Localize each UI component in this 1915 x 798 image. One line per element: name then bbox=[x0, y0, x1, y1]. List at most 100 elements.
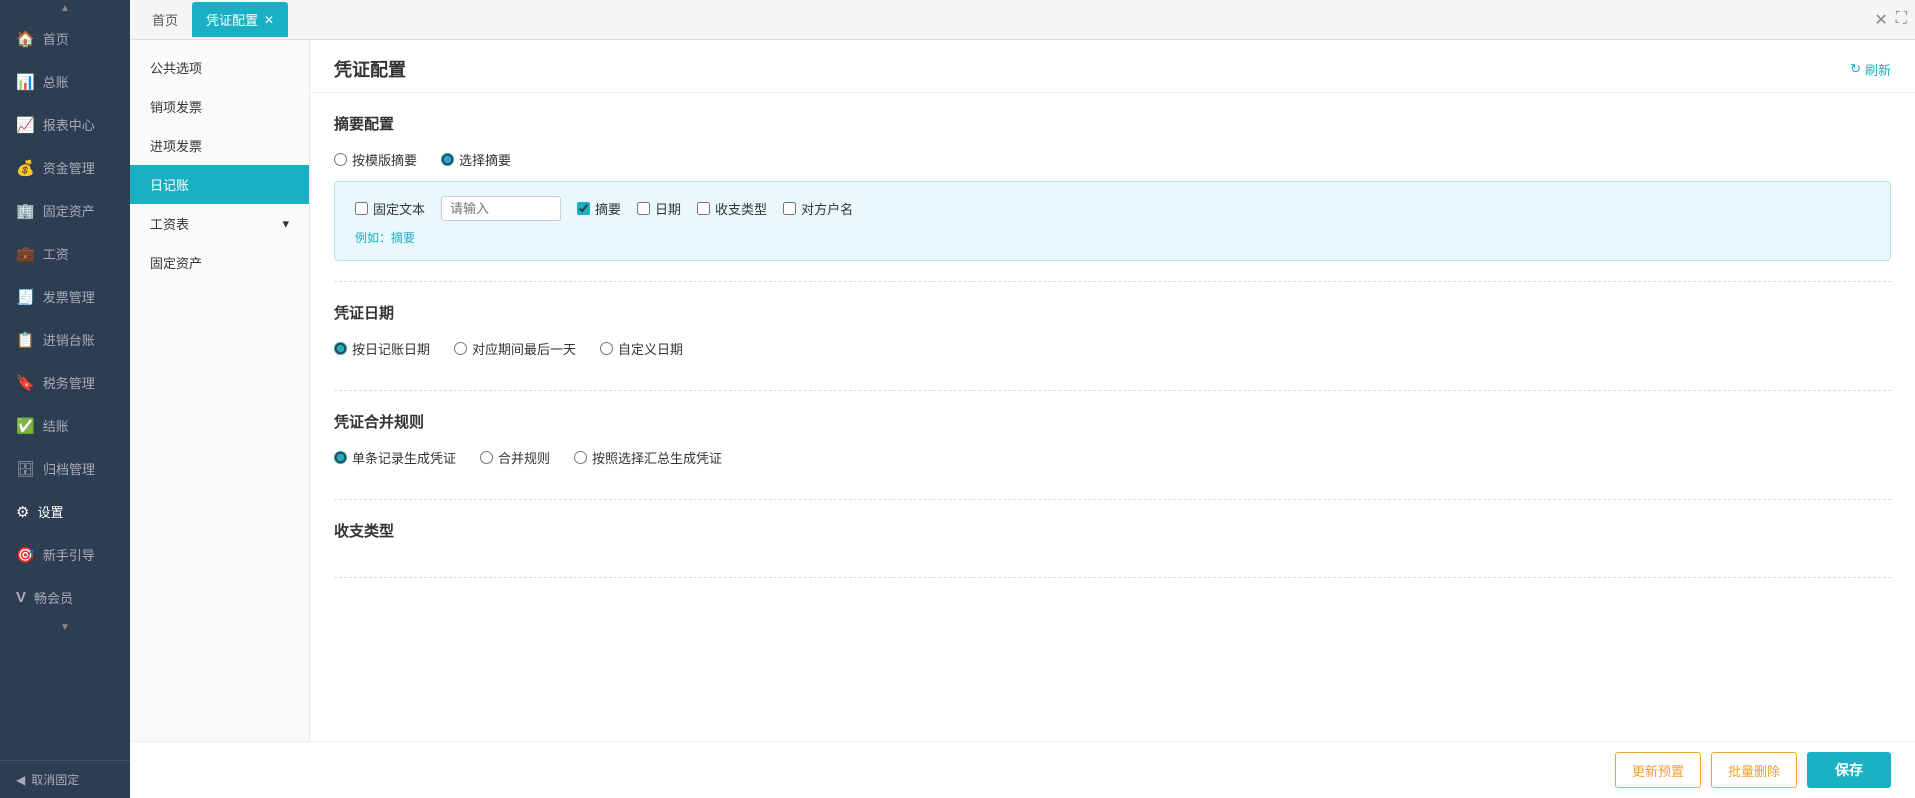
left-nav-journal[interactable]: 日记账 bbox=[130, 165, 309, 204]
voucher-merge-radio-group: 单条记录生成凭证 合并规则 按照选择汇总生成凭证 bbox=[334, 448, 1891, 467]
building-icon: 🏢 bbox=[16, 202, 35, 220]
voucher-date-radio-group: 按日记账日期 对应期间最后一天 自定义日期 bbox=[334, 339, 1891, 358]
chevron-down-icon: ▾ bbox=[282, 216, 289, 232]
update-preview-button[interactable]: 更新预置 bbox=[1615, 752, 1701, 788]
sidebar-scroll-up[interactable]: ▲ bbox=[0, 0, 130, 17]
checkbox-counterparty-input[interactable] bbox=[783, 202, 796, 215]
radio-template-summary-input[interactable] bbox=[334, 153, 347, 166]
save-button[interactable]: 保存 bbox=[1807, 752, 1891, 788]
radio-select-summary-label: 选择摘要 bbox=[459, 150, 511, 169]
sidebar-item-home[interactable]: 🏠 首页 bbox=[0, 17, 130, 60]
section-income-type: 收支类型 bbox=[334, 500, 1891, 578]
radio-merge-rule-input[interactable] bbox=[480, 451, 493, 464]
radio-custom-date-input[interactable] bbox=[600, 342, 613, 355]
sidebar-item-general-ledger[interactable]: 📊 总账 bbox=[0, 60, 130, 103]
sidebar-item-report-center[interactable]: 📈 报表中心 bbox=[0, 103, 130, 146]
sidebar-scroll-down[interactable]: ▼ bbox=[0, 619, 130, 636]
sidebar-item-payroll[interactable]: 💼 工资 bbox=[0, 232, 130, 275]
radio-select-summary-input[interactable] bbox=[441, 153, 454, 166]
radio-by-journal-date[interactable]: 按日记账日期 bbox=[334, 339, 430, 358]
radio-template-summary[interactable]: 按模版摘要 bbox=[334, 150, 417, 169]
sidebar-label-archive: 归档管理 bbox=[43, 459, 95, 478]
left-nav-public-options[interactable]: 公共选项 bbox=[130, 48, 309, 87]
checkbox-summary-label: 摘要 bbox=[595, 199, 621, 218]
radio-single-record-input[interactable] bbox=[334, 451, 347, 464]
refresh-label: 刷新 bbox=[1865, 60, 1891, 79]
checkbox-date-input[interactable] bbox=[637, 202, 650, 215]
sidebar-item-invoice-management[interactable]: 🧾 发票管理 bbox=[0, 275, 130, 318]
radio-by-journal-date-label: 按日记账日期 bbox=[352, 339, 430, 358]
sidebar-item-closing[interactable]: ✅ 结账 bbox=[0, 404, 130, 447]
section-voucher-date: 凭证日期 按日记账日期 对应期间最后一天 自定义日期 bbox=[334, 282, 1891, 391]
window-expand-icon[interactable]: ⛶ bbox=[1896, 10, 1907, 30]
checkbox-fixed-text[interactable]: 固定文本 bbox=[355, 199, 425, 218]
checkbox-date[interactable]: 日期 bbox=[637, 199, 681, 218]
sidebar-item-settings[interactable]: ⚙ 设置 bbox=[0, 490, 130, 533]
sidebar-label-tax-management: 税务管理 bbox=[43, 373, 95, 392]
summary-config-title: 摘要配置 bbox=[334, 113, 1891, 134]
tab-close-icon[interactable]: ✕ bbox=[264, 13, 274, 27]
sidebar-unpin-button[interactable]: ◀ 取消固定 bbox=[0, 760, 130, 798]
sidebar-item-archive[interactable]: 🗄 归档管理 bbox=[0, 447, 130, 490]
left-nav-label-public-options: 公共选项 bbox=[150, 58, 202, 77]
checkbox-income-type-input[interactable] bbox=[697, 202, 710, 215]
sidebar-item-fixed-assets[interactable]: 🏢 固定资产 bbox=[0, 189, 130, 232]
radio-by-selection[interactable]: 按照选择汇总生成凭证 bbox=[574, 448, 722, 467]
voucher-date-title: 凭证日期 bbox=[334, 302, 1891, 323]
checkbox-income-type[interactable]: 收支类型 bbox=[697, 199, 767, 218]
sidebar-item-fund-management[interactable]: 💰 资金管理 bbox=[0, 146, 130, 189]
radio-by-selection-label: 按照选择汇总生成凭证 bbox=[592, 448, 722, 467]
summary-radio-group: 按模版摘要 选择摘要 bbox=[334, 150, 1891, 169]
example-label: 例如：摘要 bbox=[355, 231, 415, 245]
section-summary-config: 摘要配置 按模版摘要 选择摘要 bbox=[334, 93, 1891, 282]
sidebar-item-new-guide[interactable]: 🎯 新手引导 bbox=[0, 533, 130, 576]
radio-single-record[interactable]: 单条记录生成凭证 bbox=[334, 448, 456, 467]
radio-template-summary-label: 按模版摘要 bbox=[352, 150, 417, 169]
tab-voucher-config[interactable]: 凭证配置 ✕ bbox=[192, 2, 288, 37]
sidebar-label-closing: 结账 bbox=[43, 416, 69, 435]
tab-voucher-config-label: 凭证配置 bbox=[206, 10, 258, 29]
checkbox-summary-input[interactable] bbox=[577, 202, 590, 215]
sidebar-label-invoice-management: 发票管理 bbox=[43, 287, 95, 306]
income-type-title: 收支类型 bbox=[334, 520, 1891, 541]
fixed-text-input[interactable] bbox=[441, 196, 561, 221]
radio-last-period-input[interactable] bbox=[454, 342, 467, 355]
radio-custom-date[interactable]: 自定义日期 bbox=[600, 339, 683, 358]
left-nav-payroll-table[interactable]: 工资表 ▾ bbox=[130, 204, 309, 243]
batch-delete-button[interactable]: 批量删除 bbox=[1711, 752, 1797, 788]
fund-icon: 💰 bbox=[16, 159, 35, 177]
radio-merge-rule[interactable]: 合并规则 bbox=[480, 448, 550, 467]
left-nav-fixed-assets[interactable]: 固定资产 bbox=[130, 243, 309, 282]
radio-by-selection-input[interactable] bbox=[574, 451, 587, 464]
sidebar-item-tax-management[interactable]: 🔖 税务管理 bbox=[0, 361, 130, 404]
radio-last-period-label: 对应期间最后一天 bbox=[472, 339, 576, 358]
tab-home[interactable]: 首页 bbox=[138, 2, 192, 37]
radio-custom-date-label: 自定义日期 bbox=[618, 339, 683, 358]
section-voucher-merge-rules: 凭证合并规则 单条记录生成凭证 合并规则 按照选择汇总生成凭证 bbox=[334, 391, 1891, 500]
checkbox-counterparty[interactable]: 对方户名 bbox=[783, 199, 853, 218]
page-title: 凭证配置 bbox=[334, 56, 406, 82]
report-icon: 📈 bbox=[16, 116, 35, 134]
sidebar-label-fixed-assets: 固定资产 bbox=[43, 201, 95, 220]
radio-last-period[interactable]: 对应期间最后一天 bbox=[454, 339, 576, 358]
check-icon: ✅ bbox=[16, 417, 35, 435]
sidebar-label-new-guide: 新手引导 bbox=[43, 545, 95, 564]
tax-icon: 🔖 bbox=[16, 374, 35, 392]
checkbox-fixed-text-input[interactable] bbox=[355, 202, 368, 215]
guide-icon: 🎯 bbox=[16, 546, 35, 564]
left-nav-label-fixed-assets: 固定资产 bbox=[150, 253, 202, 272]
radio-select-summary[interactable]: 选择摘要 bbox=[441, 150, 511, 169]
archive-icon: 🗄 bbox=[16, 460, 35, 478]
sidebar-item-member[interactable]: V 畅会员 bbox=[0, 576, 130, 619]
left-nav-label-purchase-invoice: 进项发票 bbox=[150, 136, 202, 155]
window-close-icon[interactable]: ✕ bbox=[1874, 10, 1887, 30]
sidebar-unpin-label: 取消固定 bbox=[31, 771, 79, 788]
left-nav-sales-invoice[interactable]: 销项发票 bbox=[130, 87, 309, 126]
sidebar-item-purchase-sales[interactable]: 📋 进销台账 bbox=[0, 318, 130, 361]
refresh-button[interactable]: ↻ 刷新 bbox=[1850, 60, 1891, 79]
payroll-icon: 💼 bbox=[16, 245, 35, 263]
checkbox-summary[interactable]: 摘要 bbox=[577, 199, 621, 218]
left-nav-label-payroll-table: 工资表 bbox=[150, 214, 189, 233]
radio-by-journal-date-input[interactable] bbox=[334, 342, 347, 355]
left-nav-purchase-invoice[interactable]: 进项发票 bbox=[130, 126, 309, 165]
